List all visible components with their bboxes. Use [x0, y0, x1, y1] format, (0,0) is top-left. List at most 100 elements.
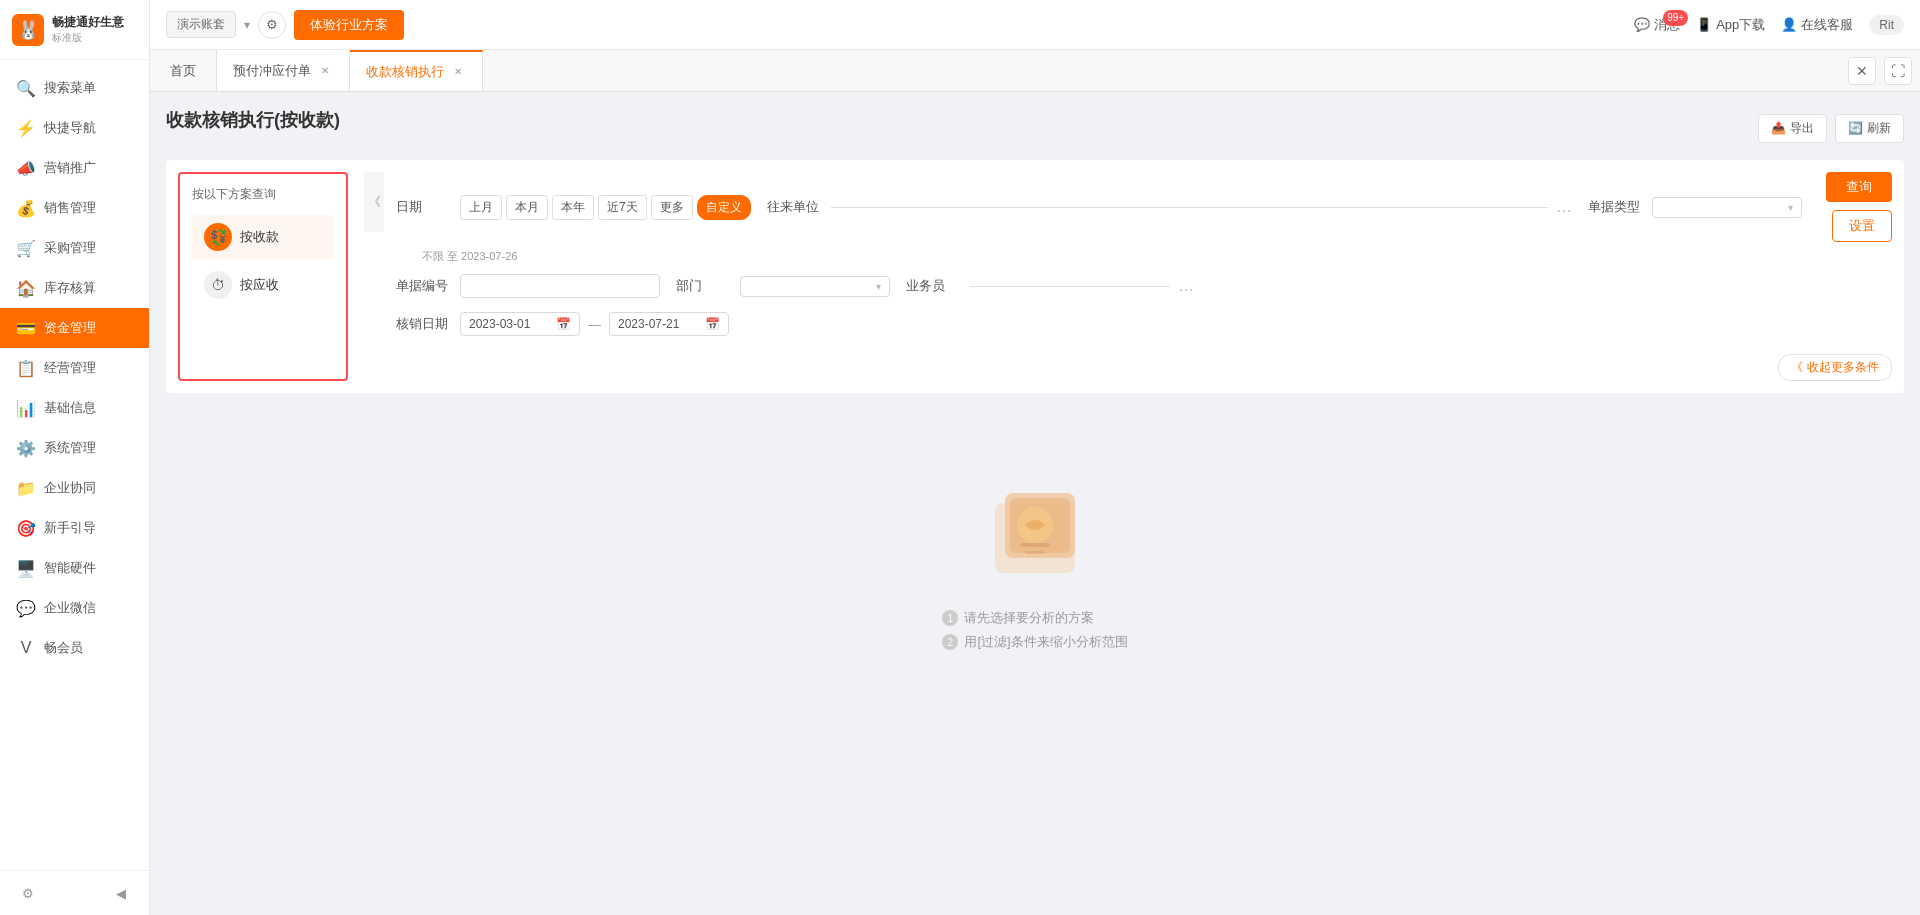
topbar-settings-icon[interactable]: ⚙ [258, 11, 286, 39]
dept-group: 部门 ▾ [676, 276, 890, 297]
tab-home-label: 首页 [170, 62, 196, 80]
doc-no-input[interactable] [460, 274, 660, 298]
messages-badge: 99+ [1663, 10, 1688, 26]
calendar-icon-end: 📅 [705, 317, 720, 331]
online-service-btn[interactable]: 👤 在线客服 [1781, 16, 1853, 34]
logo: 🐰 畅捷通好生意 标准版 [0, 0, 149, 60]
sidebar-collapse-btn[interactable]: 《 [364, 172, 384, 232]
marketing-icon: 📣 [16, 158, 36, 178]
export-btn[interactable]: 📤 导出 [1758, 114, 1827, 143]
filter-row-1: 日期 上月 本月 本年 近7天 更多 自定义 往来单位 … [396, 172, 1892, 242]
enterprise-label: 企业协同 [44, 479, 96, 497]
query-btn[interactable]: 查询 [1826, 172, 1892, 202]
marketing-label: 营销推广 [44, 159, 96, 177]
close-all-btn[interactable]: ✕ [1848, 57, 1876, 85]
member-icon: V [16, 638, 36, 658]
date-this-month[interactable]: 本月 [506, 195, 548, 220]
logo-icon: 🐰 [12, 14, 44, 46]
receipt-icon: 💱 [204, 223, 232, 251]
filter-by-receipt[interactable]: 💱 按收款 [192, 215, 334, 259]
tab-collection-close[interactable]: ✕ [450, 64, 466, 80]
verify-date-start-text: 2023-03-01 [469, 317, 530, 331]
app-download-label: App下载 [1716, 16, 1765, 34]
sidebar-item-member[interactable]: V 畅会员 [0, 628, 149, 668]
sidebar-item-basic-info[interactable]: 📊 基础信息 [0, 388, 149, 428]
sidebar-item-finance[interactable]: 💳 资金管理 [0, 308, 149, 348]
tab-prepay-label: 预付冲应付单 [233, 62, 311, 80]
sidebar-item-inventory[interactable]: 🏠 库存核算 [0, 268, 149, 308]
collapse-icon[interactable]: ◀ [109, 881, 133, 905]
tab-collection-label: 收款核销执行 [366, 63, 444, 81]
topbar: 演示账套 ▾ ⚙ 体验行业方案 💬 消息 99+ 📱 App下载 👤 在线客服 … [150, 0, 1920, 50]
tab-prepay[interactable]: 预付冲应付单 ✕ [217, 50, 350, 91]
topbar-left: 演示账套 ▾ ⚙ 体验行业方案 [166, 10, 404, 40]
date-shortcuts: 上月 本月 本年 近7天 更多 自定义 [460, 195, 751, 220]
refresh-btn[interactable]: 🔄 刷新 [1835, 114, 1904, 143]
sidebar-item-marketing[interactable]: 📣 营销推广 [0, 148, 149, 188]
sidebar-item-search[interactable]: 🔍 搜索菜单 [0, 68, 149, 108]
sidebar-item-guide[interactable]: 🎯 新手引导 [0, 508, 149, 548]
tabbar-actions: ✕ ⛶ [1848, 50, 1920, 91]
industry-btn[interactable]: 体验行业方案 [294, 10, 404, 40]
tabbar: 首页 预付冲应付单 ✕ 收款核销执行 ✕ ✕ ⛶ [150, 50, 1920, 92]
date-last-month[interactable]: 上月 [460, 195, 502, 220]
settings-btn[interactable]: 设置 [1832, 210, 1892, 242]
company-dropdown-icon[interactable]: ▾ [244, 18, 250, 32]
inventory-label: 库存核算 [44, 279, 96, 297]
user-avatar[interactable]: Rit [1869, 15, 1904, 35]
date-separator: — [588, 317, 601, 332]
export-icon: 📤 [1771, 121, 1786, 135]
topbar-right: 💬 消息 99+ 📱 App下载 👤 在线客服 Rit [1634, 15, 1904, 35]
staff-group: 业务员 … [906, 277, 1194, 295]
doc-type-group: 单据类型 ▾ [1588, 197, 1802, 218]
collapse-more-btn[interactable]: 《 收起更多条件 [1778, 354, 1892, 381]
system-label: 系统管理 [44, 439, 96, 457]
filter-by-receivable[interactable]: ⏱ 按应收 [192, 263, 334, 307]
app-download-btn[interactable]: 📱 App下载 [1696, 16, 1765, 34]
doc-type-select[interactable]: ▾ [1652, 197, 1802, 218]
company-selector[interactable]: 演示账套 [166, 11, 236, 38]
empty-state-illustration [975, 473, 1095, 593]
tab-home[interactable]: 首页 [150, 50, 217, 91]
date-this-year[interactable]: 本年 [552, 195, 594, 220]
sidebar-nav: 🔍 搜索菜单 ⚡ 快捷导航 📣 营销推广 💰 销售管理 🛒 采购管理 🏠 库存核… [0, 60, 149, 870]
counterparty-more[interactable]: … [1556, 198, 1572, 216]
filter-form: 日期 上月 本月 本年 近7天 更多 自定义 往来单位 … [396, 172, 1892, 381]
tab-collection[interactable]: 收款核销执行 ✕ [350, 50, 483, 91]
tab-prepay-close[interactable]: ✕ [317, 63, 333, 79]
verify-date-end[interactable]: 2023-07-21 📅 [609, 312, 729, 336]
staff-more[interactable]: … [1178, 277, 1194, 295]
sidebar-item-sales[interactable]: 💰 销售管理 [0, 188, 149, 228]
filter-row-2: 单据编号 部门 ▾ 业务员 … [396, 274, 1892, 298]
sidebar-item-operations[interactable]: 📋 经营管理 [0, 348, 149, 388]
doc-no-group: 单据编号 [396, 274, 660, 298]
sales-label: 销售管理 [44, 199, 96, 217]
dept-select[interactable]: ▾ [740, 276, 890, 297]
operations-icon: 📋 [16, 358, 36, 378]
sidebar-item-system[interactable]: ⚙️ 系统管理 [0, 428, 149, 468]
date-7days[interactable]: 近7天 [598, 195, 647, 220]
date-more[interactable]: 更多 [651, 195, 693, 220]
logo-sub: 标准版 [52, 31, 124, 45]
hardware-icon: 🖥️ [16, 558, 36, 578]
expand-btn[interactable]: ⛶ [1884, 57, 1912, 85]
sidebar-item-hardware[interactable]: 🖥️ 智能硬件 [0, 548, 149, 588]
dept-label: 部门 [676, 277, 732, 295]
guide-icon: 🎯 [16, 518, 36, 538]
sidebar-item-wechat[interactable]: 💬 企业微信 [0, 588, 149, 628]
quick-nav-icon: ⚡ [16, 118, 36, 138]
logo-title: 畅捷通好生意 [52, 14, 124, 31]
messages-btn[interactable]: 💬 消息 99+ [1634, 16, 1680, 34]
page-title: 收款核销执行(按收款) [166, 108, 340, 132]
settings-icon[interactable]: ⚙ [16, 881, 40, 905]
sidebar-item-quick-nav[interactable]: ⚡ 快捷导航 [0, 108, 149, 148]
sidebar-item-enterprise[interactable]: 📁 企业协同 [0, 468, 149, 508]
finance-icon: 💳 [16, 318, 36, 338]
empty-tip-2: 2 用[过滤]条件来缩小分析范围 [942, 633, 1127, 651]
verify-date-start[interactable]: 2023-03-01 📅 [460, 312, 580, 336]
date-custom[interactable]: 自定义 [697, 195, 751, 220]
sidebar-item-purchase[interactable]: 🛒 采购管理 [0, 228, 149, 268]
operations-label: 经营管理 [44, 359, 96, 377]
hardware-label: 智能硬件 [44, 559, 96, 577]
counterparty-label: 往来单位 [767, 198, 823, 216]
